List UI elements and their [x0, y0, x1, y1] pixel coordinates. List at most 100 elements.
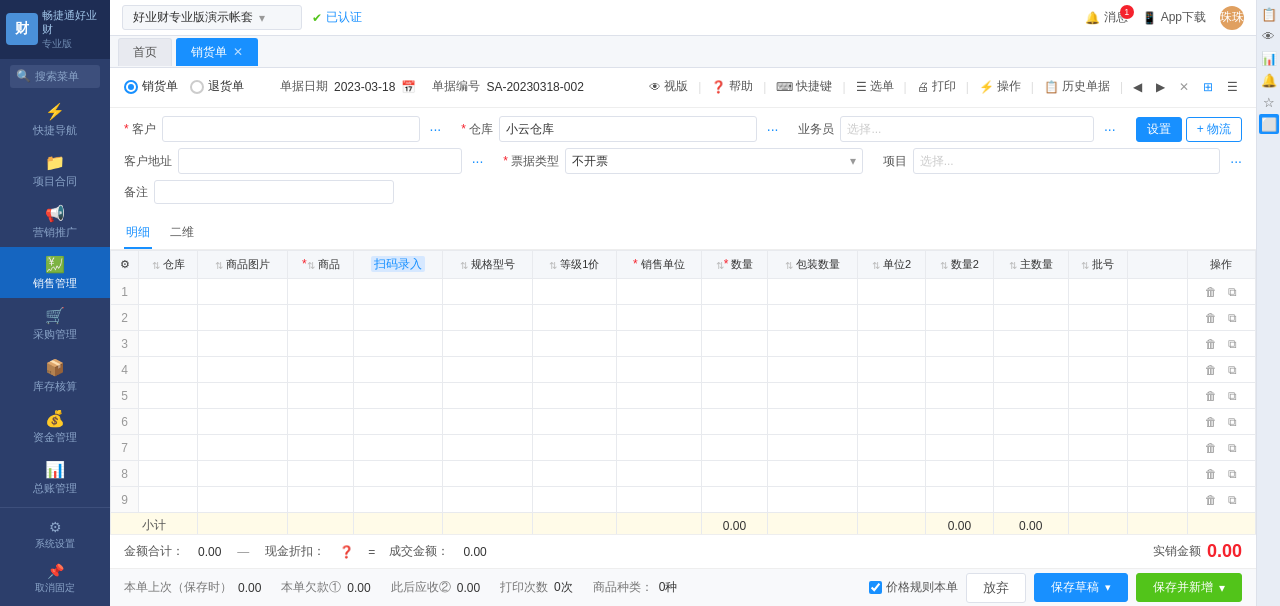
row-5-unit[interactable]	[616, 383, 702, 409]
table-row[interactable]: 8 🗑 ⧉	[111, 461, 1256, 487]
row-6-copy-icon[interactable]: ⧉	[1223, 413, 1241, 431]
right-panel-icon-1[interactable]: 📋	[1259, 4, 1279, 24]
sidebar-item-finance[interactable]: 💰 资金管理	[0, 401, 110, 452]
logistics-btn[interactable]: + 物流	[1186, 117, 1242, 142]
row-8-main-qty[interactable]	[993, 461, 1068, 487]
row-9-spec[interactable]	[442, 487, 532, 513]
row-3-warehouse[interactable]	[139, 331, 198, 357]
toolbar-grid-btn[interactable]: ⊞	[1199, 78, 1217, 96]
row-8-unit[interactable]	[616, 461, 702, 487]
sidebar-item-accounting[interactable]: 📊 总账管理	[0, 452, 110, 503]
row-1-unit2[interactable]	[858, 279, 926, 305]
row-7-delete-icon[interactable]: 🗑	[1202, 439, 1220, 457]
row-1-warehouse[interactable]	[139, 279, 198, 305]
table-row[interactable]: 5 🗑 ⧉	[111, 383, 1256, 409]
toolbar-list-btn[interactable]: ☰	[1223, 78, 1242, 96]
right-panel-icon-2[interactable]: 👁	[1259, 26, 1279, 46]
row-2-unit2[interactable]	[858, 305, 926, 331]
row-2-qty2[interactable]	[925, 305, 993, 331]
tab-sale-order[interactable]: 销货单 ✕	[176, 38, 258, 66]
row-3-unit2[interactable]	[858, 331, 926, 357]
row-8-spec[interactable]	[442, 461, 532, 487]
toolbar-close-btn[interactable]: ✕	[1175, 78, 1193, 96]
salesperson-dots[interactable]: ···	[1104, 121, 1116, 137]
row-2-copy-icon[interactable]: ⧉	[1223, 309, 1241, 327]
price-check-input[interactable]	[869, 581, 882, 594]
table-row[interactable]: 9 🗑 ⧉	[111, 487, 1256, 513]
toolbar-help-btn[interactable]: ❓ 帮助	[707, 76, 757, 97]
right-panel-icon-6[interactable]: ⬜	[1259, 114, 1279, 134]
row-9-unit2[interactable]	[858, 487, 926, 513]
row-5-pack-qty[interactable]	[767, 383, 857, 409]
row-9-qty[interactable]	[702, 487, 768, 513]
row-2-main-qty[interactable]	[993, 305, 1068, 331]
row-7-spec[interactable]	[442, 435, 532, 461]
company-selector[interactable]: 好业财专业版演示帐套 ▾	[122, 5, 302, 30]
row-5-unit2[interactable]	[858, 383, 926, 409]
row-3-main-qty[interactable]	[993, 331, 1068, 357]
row-2-goods[interactable]	[288, 305, 354, 331]
save-new-btn[interactable]: 保存并新增 ▾	[1136, 573, 1242, 602]
row-5-goods[interactable]	[288, 383, 354, 409]
row-7-qty[interactable]	[702, 435, 768, 461]
row-2-scan[interactable]	[354, 305, 443, 331]
row-4-batch[interactable]	[1068, 357, 1127, 383]
row-1-pack-qty[interactable]	[767, 279, 857, 305]
row-7-unit2[interactable]	[858, 435, 926, 461]
sidebar-item-sales[interactable]: 💹 销售管理	[0, 247, 110, 298]
row-7-main-qty[interactable]	[993, 435, 1068, 461]
row-6-spec[interactable]	[442, 409, 532, 435]
row-9-copy-icon[interactable]: ⧉	[1223, 491, 1241, 509]
row-6-scan[interactable]	[354, 409, 443, 435]
note-input[interactable]	[154, 180, 394, 204]
row-9-goods[interactable]	[288, 487, 354, 513]
row-1-image[interactable]	[198, 279, 288, 305]
address-input[interactable]	[178, 148, 462, 174]
row-8-qty2[interactable]	[925, 461, 993, 487]
row-9-price1[interactable]	[533, 487, 616, 513]
row-8-unit2[interactable]	[858, 461, 926, 487]
address-dots[interactable]: ···	[472, 153, 484, 169]
row-4-main-qty[interactable]	[993, 357, 1068, 383]
row-1-spec[interactable]	[442, 279, 532, 305]
row-1-qty[interactable]	[702, 279, 768, 305]
table-row[interactable]: 3 🗑 ⧉	[111, 331, 1256, 357]
row-7-qty2[interactable]	[925, 435, 993, 461]
right-panel-icon-3[interactable]: 📊	[1259, 48, 1279, 68]
sidebar-item-quicknav[interactable]: ⚡ 快捷导航	[0, 94, 110, 145]
warehouse-input[interactable]: 小云仓库	[499, 116, 757, 142]
row-3-scan[interactable]	[354, 331, 443, 357]
row-2-price1[interactable]	[533, 305, 616, 331]
row-9-qty2[interactable]	[925, 487, 993, 513]
tab-home[interactable]: 首页	[118, 38, 172, 66]
section-tab-2d[interactable]: 二维	[168, 220, 196, 249]
row-6-goods[interactable]	[288, 409, 354, 435]
row-7-image[interactable]	[198, 435, 288, 461]
sidebar-item-project[interactable]: 📁 项目合同	[0, 145, 110, 196]
row-4-delete-icon[interactable]: 🗑	[1202, 361, 1220, 379]
toolbar-select-btn[interactable]: ☰ 选单	[852, 76, 898, 97]
row-1-unit[interactable]	[616, 279, 702, 305]
row-2-warehouse[interactable]	[139, 305, 198, 331]
row-3-copy-icon[interactable]: ⧉	[1223, 335, 1241, 353]
row-7-batch[interactable]	[1068, 435, 1127, 461]
price-check[interactable]: 价格规则本单	[869, 579, 958, 596]
save-draft-btn[interactable]: 保存草稿 ▾	[1034, 573, 1128, 602]
table-row[interactable]: 6 🗑 ⧉	[111, 409, 1256, 435]
sidebar-item-settings[interactable]: ⚙ 系统设置	[4, 514, 106, 556]
row-9-warehouse[interactable]	[139, 487, 198, 513]
row-5-qty[interactable]	[702, 383, 768, 409]
row-4-copy-icon[interactable]: ⧉	[1223, 361, 1241, 379]
row-3-qty2[interactable]	[925, 331, 993, 357]
customer-dots[interactable]: ···	[430, 121, 442, 137]
row-9-delete-icon[interactable]: 🗑	[1202, 491, 1220, 509]
tab-close-icon[interactable]: ✕	[233, 45, 243, 59]
toolbar-prev-btn[interactable]: ◀	[1129, 78, 1146, 96]
toolbar-history-btn[interactable]: 📋 历史单据	[1040, 76, 1114, 97]
row-3-spec[interactable]	[442, 331, 532, 357]
row-5-delete-icon[interactable]: 🗑	[1202, 387, 1220, 405]
row-4-pack-qty[interactable]	[767, 357, 857, 383]
row-5-batch[interactable]	[1068, 383, 1127, 409]
row-1-scan[interactable]	[354, 279, 443, 305]
radio-return[interactable]: 退货单	[190, 78, 244, 95]
